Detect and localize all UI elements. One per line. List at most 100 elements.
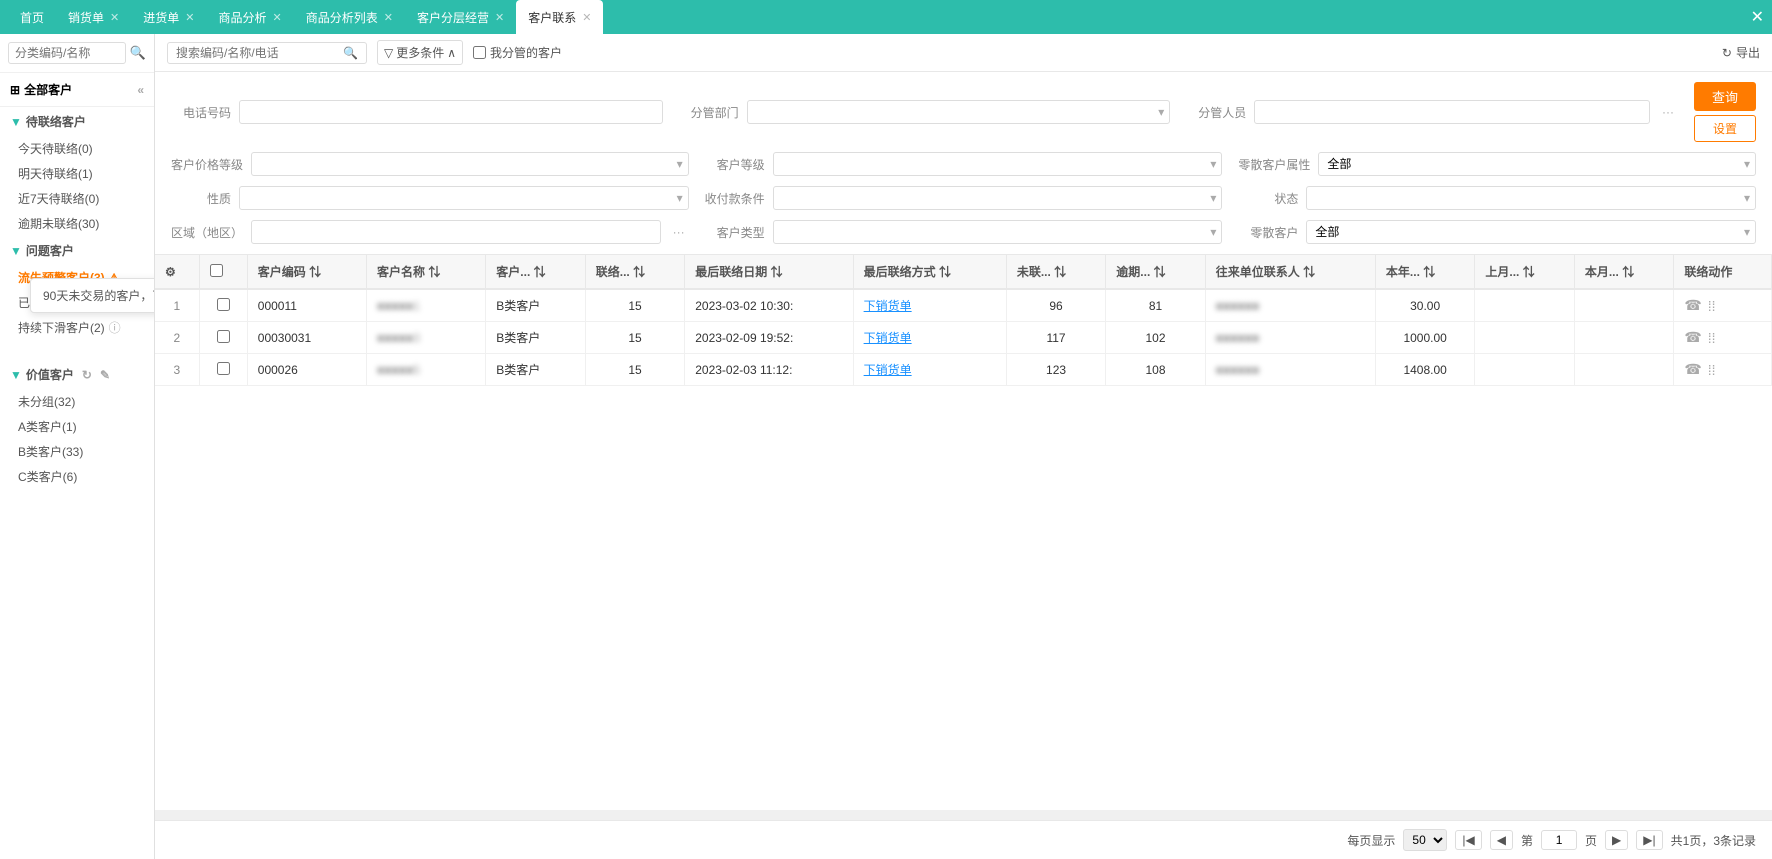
first-page-button[interactable]: |◀ bbox=[1455, 830, 1481, 850]
person-label: 分管人员 bbox=[1186, 104, 1246, 121]
search-input[interactable] bbox=[176, 46, 339, 60]
row-name: ■■■■■5 bbox=[367, 354, 486, 386]
row-type: B类客户 bbox=[486, 354, 585, 386]
my-customers-checkbox[interactable] bbox=[473, 46, 486, 59]
close-icon[interactable]: ✕ bbox=[384, 11, 393, 24]
col-not-contact[interactable]: 未联... ⇅ bbox=[1006, 255, 1105, 289]
next-page-button[interactable]: ▶ bbox=[1605, 830, 1628, 850]
customer-type-select[interactable] bbox=[773, 220, 1223, 244]
col-last-month[interactable]: 上月... ⇅ bbox=[1475, 255, 1574, 289]
tab-home[interactable]: 首页 bbox=[8, 0, 56, 34]
sidebar-item-tomorrow[interactable]: 明天待联络(1) bbox=[0, 161, 154, 186]
contact-icon[interactable]: ☎ bbox=[1684, 297, 1701, 314]
sidebar-item-7days[interactable]: 近7天待联络(0) bbox=[0, 186, 154, 211]
col-overdue[interactable]: 逾期... ⇅ bbox=[1106, 255, 1205, 289]
col-code[interactable]: 客户编码 ⇅ bbox=[247, 255, 366, 289]
col-contact-count[interactable]: 联络... ⇅ bbox=[585, 255, 684, 289]
sidebar-item-today[interactable]: 今天待联络(0) bbox=[0, 136, 154, 161]
row-index: 3 bbox=[155, 354, 199, 386]
tab-customer-tier[interactable]: 客户分层经营 ✕ bbox=[405, 0, 516, 34]
tab-analysis-list[interactable]: 商品分析列表 ✕ bbox=[294, 0, 405, 34]
col-this-year[interactable]: 本年... ⇅ bbox=[1375, 255, 1474, 289]
sidebar-item-b-class[interactable]: B类客户(33) bbox=[0, 439, 154, 464]
sidebar-section-value[interactable]: ▼ 价值客户 ↻ ✎ bbox=[0, 360, 154, 389]
horizontal-scrollbar[interactable] bbox=[155, 810, 1772, 820]
sidebar-section-pending[interactable]: ▼ 待联络客户 bbox=[0, 107, 154, 136]
row-actions: ☎ ⁞⁞ bbox=[1674, 289, 1772, 322]
settings-button[interactable]: 设置 bbox=[1694, 115, 1756, 142]
col-liaison[interactable]: 往来单位联系人 ⇅ bbox=[1205, 255, 1375, 289]
contact-icon[interactable]: ☎ bbox=[1684, 329, 1701, 346]
refresh-icon[interactable]: ↻ bbox=[82, 368, 92, 382]
collapse-icon[interactable]: « bbox=[137, 83, 144, 97]
window-close-icon[interactable]: ✕ bbox=[1751, 7, 1764, 27]
col-checkbox[interactable] bbox=[199, 255, 247, 289]
close-icon[interactable]: ✕ bbox=[582, 11, 591, 24]
sidebar-all-customers[interactable]: ⊞ 全部客户 « bbox=[0, 73, 154, 107]
table-row: 3 000026 ■■■■■5 B类客户 15 2023-02-03 11:12… bbox=[155, 354, 1772, 386]
col-last-date[interactable]: 最后联络日期 ⇅ bbox=[685, 255, 853, 289]
last-method-link[interactable]: 下销货单 bbox=[864, 299, 912, 313]
last-method-link[interactable]: 下销货单 bbox=[864, 331, 912, 345]
query-button[interactable]: 查询 bbox=[1694, 82, 1756, 111]
sidebar-item-ungrouped[interactable]: 未分组(32) bbox=[0, 389, 154, 414]
row-checkbox[interactable] bbox=[217, 330, 230, 343]
sidebar-item-c-class[interactable]: C类客户(6) bbox=[0, 464, 154, 489]
more-actions-icon[interactable]: ⁞⁞ bbox=[1708, 298, 1716, 314]
export-button[interactable]: ↻ 导出 bbox=[1722, 44, 1760, 61]
close-icon[interactable]: ✕ bbox=[110, 11, 119, 24]
tab-sales[interactable]: 销货单 ✕ bbox=[56, 0, 131, 34]
tab-customer-contact[interactable]: 客户联系 ✕ bbox=[516, 0, 603, 34]
select-all-checkbox[interactable] bbox=[210, 264, 223, 277]
close-icon[interactable]: ✕ bbox=[273, 11, 282, 24]
zero-customer-select[interactable]: 全部 bbox=[1306, 220, 1756, 244]
col-this-month[interactable]: 本月... ⇅ bbox=[1574, 255, 1673, 289]
customer-level-select[interactable] bbox=[773, 152, 1223, 176]
contact-icon[interactable]: ☎ bbox=[1684, 361, 1701, 378]
row-not-contact: 123 bbox=[1006, 354, 1105, 386]
per-page-select[interactable]: 50 bbox=[1403, 829, 1447, 851]
sidebar-item-overdue-contact[interactable]: 逾期未联络(30) bbox=[0, 211, 154, 236]
row-liaison: ■■■■■■ bbox=[1205, 322, 1375, 354]
row-checkbox[interactable] bbox=[217, 362, 230, 375]
dept-select[interactable] bbox=[747, 100, 1171, 124]
last-page-button[interactable]: ▶| bbox=[1636, 830, 1662, 850]
row-overdue: 108 bbox=[1106, 354, 1205, 386]
phone-input[interactable] bbox=[239, 100, 663, 124]
page-number-input[interactable] bbox=[1541, 830, 1577, 850]
sidebar-item-tomorrow-label: 明天待联络(1) bbox=[18, 167, 93, 181]
row-checkbox[interactable] bbox=[217, 298, 230, 311]
row-last-date: 2023-03-02 10:30: bbox=[685, 289, 853, 322]
more-actions-icon[interactable]: ⁞⁞ bbox=[1708, 362, 1716, 378]
tab-purchase[interactable]: 进货单 ✕ bbox=[131, 0, 206, 34]
region-dots-button[interactable]: ··· bbox=[669, 225, 689, 239]
col-name[interactable]: 客户名称 ⇅ bbox=[367, 255, 486, 289]
more-actions-icon[interactable]: ⁞⁞ bbox=[1708, 330, 1716, 346]
gender-select[interactable] bbox=[239, 186, 689, 210]
col-settings[interactable]: ⚙ bbox=[155, 255, 199, 289]
sidebar-search-input[interactable] bbox=[8, 42, 126, 64]
person-input[interactable] bbox=[1254, 100, 1650, 124]
zero-attr-select[interactable]: 全部 bbox=[1318, 152, 1756, 176]
tab-analysis[interactable]: 商品分析 ✕ bbox=[206, 0, 293, 34]
col-last-method[interactable]: 最后联络方式 ⇅ bbox=[853, 255, 1006, 289]
last-method-link[interactable]: 下销货单 bbox=[864, 363, 912, 377]
edit-icon[interactable]: ✎ bbox=[100, 368, 110, 382]
price-level-select[interactable] bbox=[251, 152, 689, 176]
status-select[interactable] bbox=[1306, 186, 1756, 210]
row-index: 1 bbox=[155, 289, 199, 322]
region-field: 区域（地区） ··· bbox=[171, 220, 689, 244]
prev-page-button[interactable]: ◀ bbox=[1490, 830, 1513, 850]
payment-select[interactable] bbox=[773, 186, 1223, 210]
sidebar-item-ungrouped-label: 未分组(32) bbox=[18, 395, 75, 409]
col-type[interactable]: 客户... ⇅ bbox=[486, 255, 585, 289]
close-icon[interactable]: ✕ bbox=[495, 11, 504, 24]
sidebar-section-problem[interactable]: ▼ 问题客户 bbox=[0, 236, 154, 265]
sidebar-item-a-class[interactable]: A类客户(1) bbox=[0, 414, 154, 439]
person-dots-button[interactable]: ··· bbox=[1658, 105, 1678, 119]
close-icon[interactable]: ✕ bbox=[185, 11, 194, 24]
sidebar-item-declining[interactable]: 持续下滑客户(2) ⓘ bbox=[0, 315, 154, 340]
more-conditions-label: 更多条件 bbox=[396, 44, 444, 61]
region-input[interactable] bbox=[251, 220, 661, 244]
more-conditions-button[interactable]: ▽ 更多条件 ∧ bbox=[377, 40, 463, 65]
